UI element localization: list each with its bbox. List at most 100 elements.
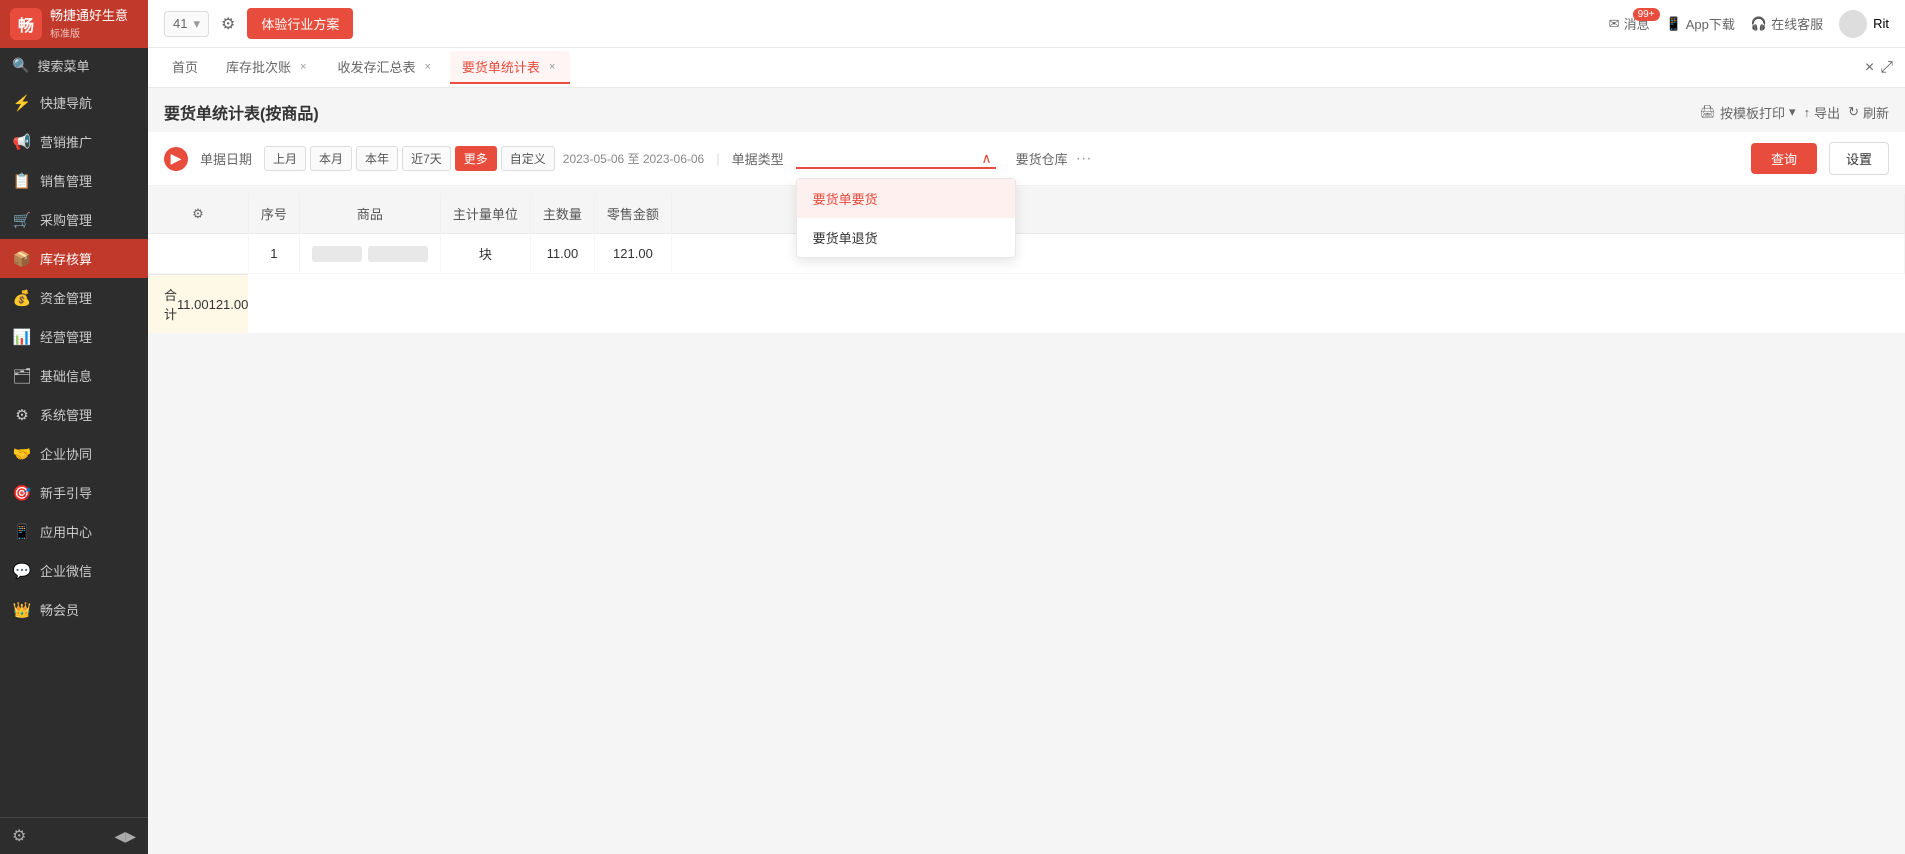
data-table: ⚙ 序号 商品 主计量单位 主数量 零售金额 1 [148,194,1905,333]
sidebar-item-app-center[interactable]: 📱 应用中心 [0,512,148,551]
th-amount: 零售金额 [594,194,671,234]
operations-icon: 📊 [12,328,32,346]
warehouse-filter-label: 要货仓库 [1016,149,1068,168]
quick-nav-icon: ⚡ [12,94,32,112]
date-range-text: 2023-05-06 至 2023-06-06 [563,150,704,167]
username-label: Rit [1873,16,1889,31]
cell-unit: 块 [440,234,530,274]
marketing-icon: 📢 [12,133,32,151]
tab-requisition-stats[interactable]: 要货单统计表 × [450,51,570,84]
filter-divider-1: | [716,151,719,166]
tabs-close-btn[interactable]: × [1865,59,1874,77]
data-table-wrap: ⚙ 序号 商品 主计量单位 主数量 零售金额 1 [148,194,1905,333]
date-filter-label: 单据日期 [200,149,252,168]
enterprise-icon: 🤝 [12,445,32,463]
export-btn[interactable]: ↑ 导出 [1804,103,1841,122]
sidebar-item-finance[interactable]: 💰 资金管理 [0,278,148,317]
filter-more-btn[interactable]: ··· [1076,150,1092,168]
table-footer-row: 合计 11.00 121.00 [148,274,248,333]
app-download-btn[interactable]: 📱 App下载 [1666,14,1735,33]
table-header-row: ⚙ 序号 商品 主计量单位 主数量 零售金额 [148,194,1905,234]
filter-expand-btn[interactable]: ▶ [164,147,188,171]
date-btn-this-month[interactable]: 本月 [310,146,352,171]
sidebar-item-sales[interactable]: 📋 销售管理 [0,161,148,200]
logo-icon: 畅 [10,8,42,40]
type-filter-arrow-icon[interactable]: ∧ [981,150,991,167]
th-gear[interactable]: ⚙ [148,194,248,234]
sidebar-search[interactable]: 🔍 搜索菜单 [0,48,148,83]
tab-home[interactable]: 首页 [160,51,210,84]
tab-close-receive-summary[interactable]: × [421,60,433,74]
selector-arrow-icon: ▾ [193,16,200,32]
date-btn-custom[interactable]: 自定义 [501,146,555,171]
user-profile[interactable]: Rit [1839,10,1889,38]
notice-btn[interactable]: ✉ 消息 99+ [1609,14,1650,33]
sidebar-item-inventory[interactable]: 📦 库存核算 [0,239,148,278]
online-service-btn[interactable]: 🎧 在线客服 [1751,14,1823,33]
member-icon: 👑 [12,601,32,619]
company-selector[interactable]: 41 ▾ [164,11,209,37]
sidebar-item-operations[interactable]: 📊 经营管理 [0,317,148,356]
sidebar-item-wechat[interactable]: 💬 企业微信 [0,551,148,590]
product-placeholder-2 [368,246,428,262]
app-center-icon: 📱 [12,523,32,541]
cell-checkbox [148,234,248,274]
print-template-btn[interactable]: 🖨 按模板打印 ▾ [1700,103,1796,122]
filter-settings-btn[interactable]: 设置 [1829,142,1889,175]
sidebar-item-basic-info[interactable]: 🗂 基础信息 [0,356,148,395]
finance-icon: 💰 [12,289,32,307]
date-btn-last7days[interactable]: 近7天 [402,146,451,171]
sidebar-item-system[interactable]: ⚙ 系统管理 [0,395,148,434]
cell-quantity: 11.00 [530,234,594,274]
page-title: 要货单统计表(按商品) [164,100,319,124]
logo-text: 畅捷通好生意 标准版 [50,8,128,40]
date-btn-this-year[interactable]: 本年 [356,146,398,171]
type-filter-input[interactable] [796,148,996,169]
type-filter-container: ∧ 要货单要货 要货单退货 [796,148,996,169]
sidebar-item-member[interactable]: 👑 畅会员 [0,590,148,629]
dropdown-item-requisition-purchase[interactable]: 要货单要货 [797,179,1015,218]
table-row: 1 块 11.00 121.00 [148,234,1905,274]
filter-bar: ▶ 单据日期 上月 本月 本年 近7天 更多 自定义 2023-05-06 至 … [148,132,1905,186]
footer-quantity-cell: 11.00 [177,297,209,312]
dropdown-item-requisition-return[interactable]: 要货单退货 [797,218,1015,257]
sidebar-item-purchase[interactable]: 🛒 采购管理 [0,200,148,239]
tab-close-requisition-stats[interactable]: × [546,60,558,74]
sidebar-item-enterprise[interactable]: 🤝 企业协同 [0,434,148,473]
type-filter-label: 单据类型 [732,149,784,168]
page-header: 要货单统计表(按商品) 🖨 按模板打印 ▾ ↑ 导出 ↻ 刷新 [148,88,1905,132]
sales-icon: 📋 [12,172,32,190]
settings-icon[interactable]: ⚙ [12,826,26,846]
sidebar-item-quick-nav[interactable]: ⚡ 快捷导航 [0,83,148,122]
notice-badge: 99+ [1633,8,1660,21]
sidebar: 畅 畅捷通好生意 标准版 🔍 搜索菜单 ⚡ 快捷导航 📢 营销推广 📋 销售管理… [0,0,148,854]
basic-info-icon: 🗂 [12,367,32,385]
export-icon: ↑ [1804,105,1811,120]
sidebar-item-marketing[interactable]: 📢 营销推广 [0,122,148,161]
avatar [1839,10,1867,38]
sidebar-nav: ⚡ 快捷导航 📢 营销推广 📋 销售管理 🛒 采购管理 📦 库存核算 💰 资金管… [0,83,148,817]
topbar-gear-icon[interactable]: ⚙ [221,14,235,34]
th-unit: 主计量单位 [440,194,530,234]
th-no: 序号 [248,194,299,234]
footer-amount-cell: 121.00 [209,297,249,312]
wechat-icon: 💬 [12,562,32,580]
page-actions: 🖨 按模板打印 ▾ ↑ 导出 ↻ 刷新 [1700,103,1890,122]
tab-inventory-batch[interactable]: 库存批次账 × [214,51,321,84]
collapse-icon[interactable]: ◀▶ [114,828,136,845]
date-btn-last-month[interactable]: 上月 [264,146,306,171]
refresh-btn[interactable]: ↻ 刷新 [1848,103,1889,122]
tab-receive-summary[interactable]: 收发存汇总表 × [325,51,445,84]
date-btn-more[interactable]: 更多 [455,146,497,171]
query-btn[interactable]: 查询 [1751,143,1817,174]
type-dropdown-menu: 要货单要货 要货单退货 [796,178,1016,258]
tab-close-inventory-batch[interactable]: × [297,60,309,74]
main-area: 41 ▾ ⚙ 体验行业方案 ✉ 消息 99+ 📱 App下载 🎧 在线客服 R [148,0,1905,854]
tabs-expand-btn[interactable]: ⤢ [1880,59,1893,77]
topbar: 41 ▾ ⚙ 体验行业方案 ✉ 消息 99+ 📱 App下载 🎧 在线客服 R [148,0,1905,48]
purchase-icon: 🛒 [12,211,32,229]
industry-btn[interactable]: 体验行业方案 [247,8,353,39]
inventory-icon: 📦 [12,250,32,268]
sidebar-item-guide[interactable]: 🎯 新手引导 [0,473,148,512]
notice-icon: ✉ [1609,16,1620,32]
